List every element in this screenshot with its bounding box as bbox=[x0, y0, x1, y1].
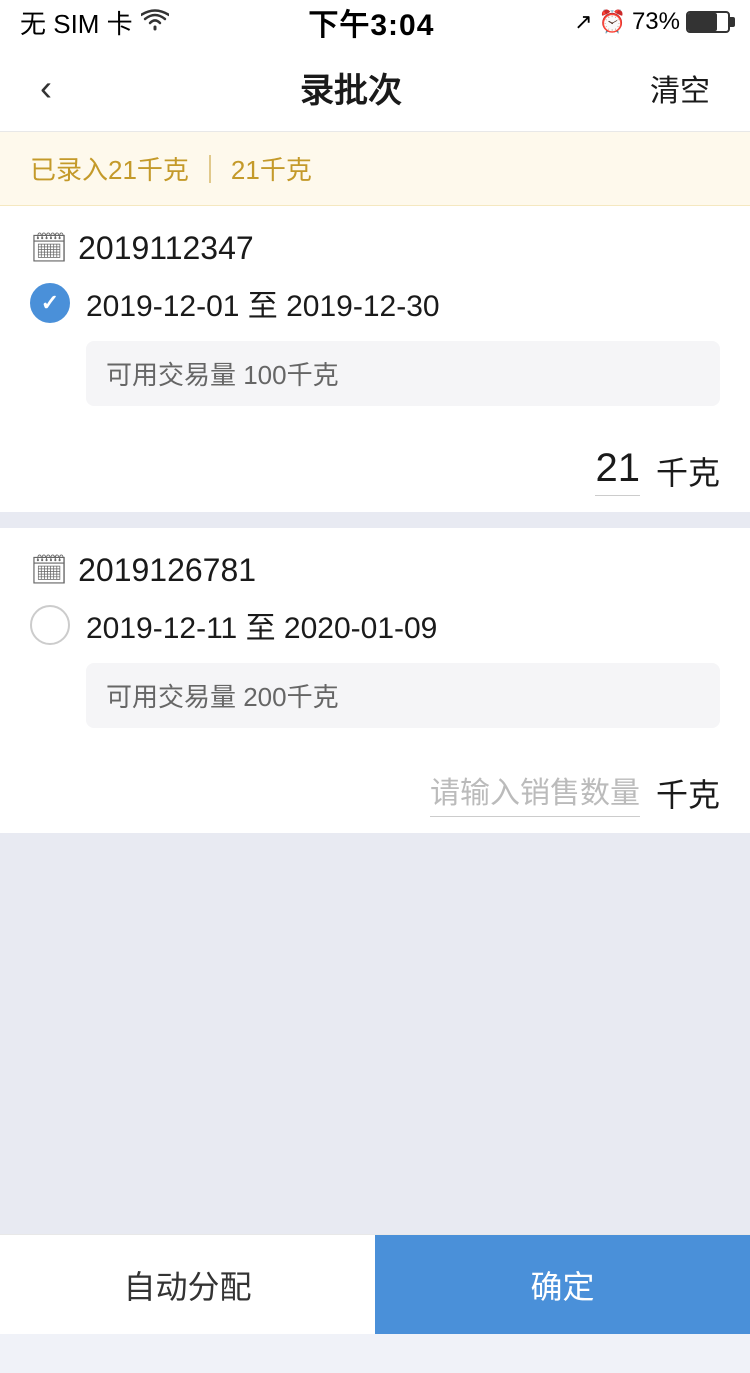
qty-input-row-1: 21 千克 bbox=[0, 426, 750, 512]
alarm-icon: ⏰ bbox=[599, 9, 626, 35]
nav-bar: ‹ 录批次 清空 bbox=[0, 44, 750, 132]
qty-input-row-2: 请输入销售数量 千克 bbox=[0, 748, 750, 833]
batch-date-1: 2019-12-01 至 2019-12-30 bbox=[86, 281, 440, 325]
batch-id-icon-2: 🗓 bbox=[30, 553, 68, 588]
batch-id-1: 2019112347 bbox=[78, 230, 254, 267]
empty-space bbox=[0, 833, 750, 1273]
status-carrier: 无 SIM 卡 bbox=[20, 4, 169, 41]
page-title: 录批次 bbox=[300, 63, 402, 112]
qty-unit-1: 千克 bbox=[656, 448, 720, 494]
info-banner: 已录入21千克 21千克 bbox=[0, 132, 750, 206]
batch-item-1: 🗓 2019112347 2019-12-01 至 2019-12-30 可用交… bbox=[0, 206, 750, 512]
carrier-text: 无 SIM 卡 bbox=[20, 4, 133, 41]
status-indicators: ↗ ⏰ 73% bbox=[574, 8, 730, 36]
status-time: 下午3:04 bbox=[308, 0, 434, 44]
batch-date-row-2: 2019-12-11 至 2020-01-09 bbox=[30, 603, 720, 647]
available-qty-1: 可用交易量 100千克 bbox=[86, 341, 720, 406]
info-recorded: 已录入21千克 bbox=[30, 150, 189, 187]
qty-value-1[interactable]: 21 bbox=[595, 446, 640, 491]
back-button[interactable]: ‹ bbox=[30, 57, 62, 119]
gps-icon: ↗ bbox=[574, 9, 592, 35]
batch-item-2: 🗓 2019126781 2019-12-11 至 2020-01-09 可用交… bbox=[0, 528, 750, 833]
wifi-icon bbox=[141, 7, 169, 38]
available-qty-2: 可用交易量 200千克 bbox=[86, 663, 720, 728]
auto-distribute-button[interactable]: 自动分配 bbox=[0, 1235, 375, 1334]
qty-placeholder-2[interactable]: 请输入销售数量 bbox=[430, 768, 640, 812]
qty-underline-2: 请输入销售数量 bbox=[430, 768, 640, 817]
bottom-bar: 自动分配 确定 bbox=[0, 1234, 750, 1334]
qty-underline-1: 21 bbox=[595, 446, 640, 496]
clear-button[interactable]: 清空 bbox=[640, 56, 720, 120]
status-bar: 无 SIM 卡 下午3:04 ↗ ⏰ 73% bbox=[0, 0, 750, 44]
info-value: 21千克 bbox=[231, 150, 312, 187]
batch-item-1-inner: 🗓 2019112347 2019-12-01 至 2019-12-30 可用交… bbox=[0, 206, 750, 426]
radio-2[interactable] bbox=[30, 605, 70, 645]
content-area: 🗓 2019112347 2019-12-01 至 2019-12-30 可用交… bbox=[0, 206, 750, 1373]
batch-id-2: 2019126781 bbox=[78, 552, 256, 589]
batch-date-row-1: 2019-12-01 至 2019-12-30 bbox=[30, 281, 720, 325]
battery-percent: 73% bbox=[632, 8, 680, 36]
batch-id-row-1: 🗓 2019112347 bbox=[30, 230, 720, 267]
info-divider bbox=[209, 155, 211, 183]
confirm-button[interactable]: 确定 bbox=[375, 1235, 750, 1334]
batch-id-row-2: 🗓 2019126781 bbox=[30, 552, 720, 589]
battery-icon bbox=[686, 11, 730, 33]
batch-date-2: 2019-12-11 至 2020-01-09 bbox=[86, 603, 437, 647]
batch-id-icon-1: 🗓 bbox=[30, 231, 68, 266]
radio-1[interactable] bbox=[30, 283, 70, 323]
batch-item-2-inner: 🗓 2019126781 2019-12-11 至 2020-01-09 可用交… bbox=[0, 528, 750, 748]
section-divider bbox=[0, 512, 750, 528]
qty-unit-2: 千克 bbox=[656, 770, 720, 816]
